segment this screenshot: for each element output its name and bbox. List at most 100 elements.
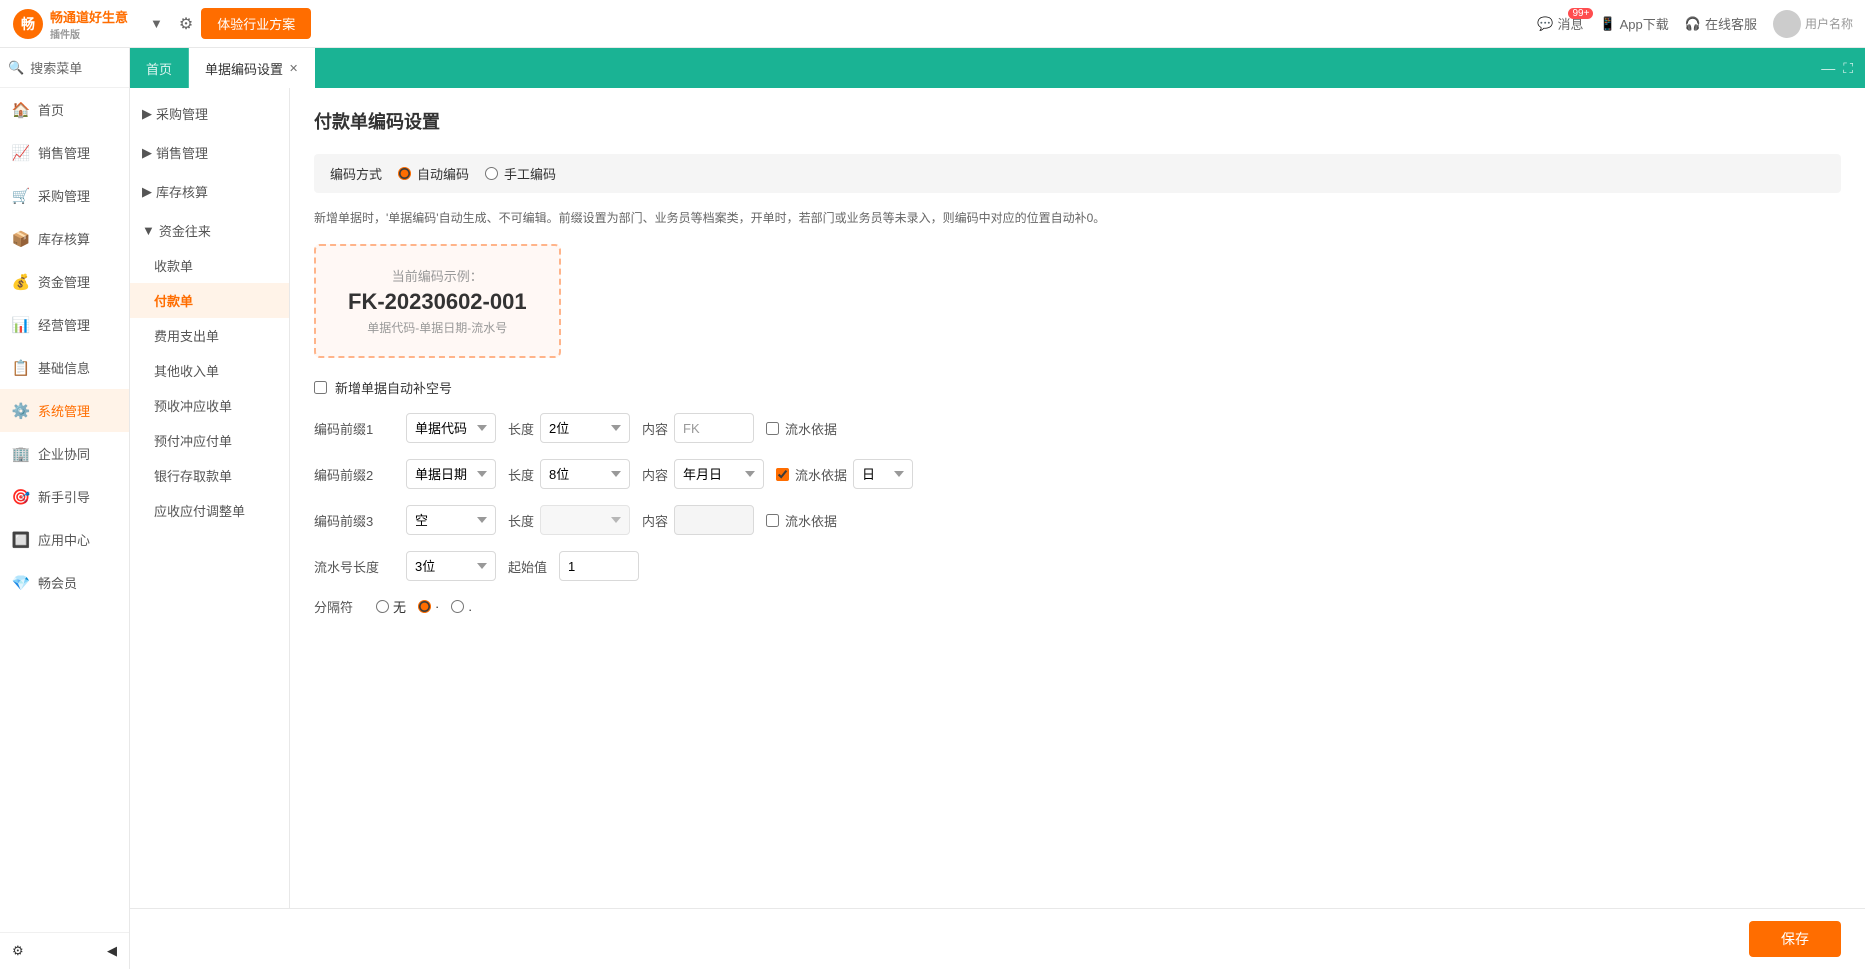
stream2-select[interactable]: 日 月 年 [853,459,913,489]
length1-group: 长度 2位 3位 4位 [508,413,630,443]
sep-dash-radio[interactable] [418,600,431,613]
settings-icon[interactable]: ⚙ [179,14,193,34]
sep-none-radio[interactable] [376,600,389,613]
sep-dash-option[interactable]: · [418,599,439,614]
auto-encode-text: 自动编码 [417,164,469,183]
sidebar-label-sales: 销售管理 [38,143,90,162]
length1-label: 长度 [508,419,534,438]
sub-item-other-income[interactable]: 其他收入单 [130,353,289,388]
app-download-button[interactable]: 📱 App下载 [1599,14,1668,33]
sidebar-item-basic[interactable]: 📋 基础信息 [0,346,129,389]
purchase-icon: 🛒 [12,187,30,205]
sub-group-capital-title[interactable]: ▼ 资金往来 [130,213,289,248]
sep-none-label: 无 [393,597,406,616]
stream1-group: 流水依据 [766,419,837,438]
info-text: 新增单据时，'单据编码'自动生成、不可编辑。前缀设置为部门、业务员等档案类，开单… [314,209,1841,228]
stream2-checkbox[interactable] [776,468,789,481]
sidebar-item-apps[interactable]: 🔲 应用中心 [0,518,129,561]
sub-group-sales: ▶ 销售管理 [130,135,289,170]
experience-button[interactable]: 体验行业方案 [201,8,311,39]
tab-close-icon[interactable]: ✕ [289,62,298,75]
sidebar-collapse-icon[interactable]: ◀ [107,943,117,959]
user-name: 用户名称 [1805,15,1853,32]
auto-encode-radio[interactable] [398,167,411,180]
content-layout: ▶ 采购管理 ▶ 销售管理 ▶ 库存核算 [130,88,1865,908]
home-icon: 🏠 [12,101,30,119]
sub-group-inventory-title[interactable]: ▶ 库存核算 [130,174,289,209]
sep-dot-radio[interactable] [451,600,464,613]
search-label: 搜索菜单 [30,58,82,77]
start-input[interactable] [559,551,639,581]
length2-select[interactable]: 8位 6位 4位 [540,459,630,489]
sidebar-item-system[interactable]: ⚙️ 系统管理 [0,389,129,432]
sub-sidebar: ▶ 采购管理 ▶ 销售管理 ▶ 库存核算 [130,88,290,908]
tabbar-minimize-icon[interactable]: — [1821,60,1835,76]
sidebar-label-member: 畅会员 [38,573,77,592]
prefix2-select[interactable]: 单据日期 部门 业务员 空 [406,459,496,489]
sidebar-item-member[interactable]: 💎 畅会员 [0,561,129,604]
auto-fill-label: 新增单据自动补空号 [335,378,452,397]
encode-method-label: 编码方式 [330,164,382,183]
sidebar-search[interactable]: 🔍 搜索菜单 [0,48,129,88]
serial-select[interactable]: 3位 4位 5位 [406,551,496,581]
sub-group-purchase-title[interactable]: ▶ 采购管理 [130,96,289,131]
tab-home[interactable]: 首页 [130,48,189,88]
operations-icon: 📊 [12,316,30,334]
sub-item-adjust[interactable]: 应收应付调整单 [130,493,289,528]
sidebar-settings-icon[interactable]: ⚙ [12,943,24,959]
sub-item-payment[interactable]: 付款单 [130,283,289,318]
content3-input[interactable] [674,505,754,535]
sidebar-label-apps: 应用中心 [38,530,90,549]
sub-item-prepay-recv[interactable]: 预收冲应收单 [130,388,289,423]
chevron-down-icon: ▼ [142,223,155,238]
sub-item-receipt[interactable]: 收款单 [130,248,289,283]
length1-select[interactable]: 2位 3位 4位 [540,413,630,443]
sidebar-item-guide[interactable]: 🎯 新手引导 [0,475,129,518]
sub-item-expense[interactable]: 费用支出单 [130,318,289,353]
sub-group-inventory-label: 库存核算 [156,182,208,201]
sep-dot-option[interactable]: . [451,599,472,614]
message-button[interactable]: 💬 消息 99+ [1537,14,1583,33]
prefix1-row: 编码前缀1 单据代码 部门 业务员 空 长度 2位 [314,413,1841,443]
svg-text:畅: 畅 [21,16,35,32]
content2-group: 内容 年月日 年月 年 [642,459,764,489]
content1-input[interactable] [674,413,754,443]
sep-none-option[interactable]: 无 [376,597,406,616]
content2-select[interactable]: 年月日 年月 年 [674,459,764,489]
length3-select[interactable] [540,505,630,535]
sub-group-capital-label: 资金往来 [159,221,211,240]
manual-encode-radio[interactable] [485,167,498,180]
service-button[interactable]: 🎧 在线客服 [1685,14,1757,33]
prefix3-select[interactable]: 空 单据代码 部门 业务员 [406,505,496,535]
enterprise-icon: 🏢 [12,445,30,463]
sidebar-item-operations[interactable]: 📊 经营管理 [0,303,129,346]
manual-encode-label[interactable]: 手工编码 [485,164,556,183]
stream1-checkbox[interactable] [766,422,779,435]
sidebar-bottom: ⚙ ◀ [0,932,129,969]
topbar: 畅 畅通道好生意 插件版 ▼ ⚙ 体验行业方案 💬 消息 99+ 📱 App下载… [0,0,1865,48]
auto-fill-row: 新增单据自动补空号 [314,378,1841,397]
sidebar-item-finance[interactable]: 💰 资金管理 [0,260,129,303]
sidebar-item-inventory[interactable]: 📦 库存核算 [0,217,129,260]
save-button[interactable]: 保存 [1749,921,1841,957]
auto-encode-label[interactable]: 自动编码 [398,164,469,183]
tabbar-expand-icon[interactable]: ⛶ [1843,60,1853,77]
user-avatar[interactable]: 用户名称 [1773,10,1853,38]
sub-item-prepay-pay[interactable]: 预付冲应付单 [130,423,289,458]
sub-group-sales-title[interactable]: ▶ 销售管理 [130,135,289,170]
sales-icon: 📈 [12,144,30,162]
logo-icon: 畅 [12,8,44,40]
message-badge: 99+ [1568,8,1593,19]
tab-code-setting[interactable]: 单据编码设置 ✕ [189,48,315,88]
auto-fill-checkbox[interactable] [314,381,327,394]
sub-item-bank-deposit[interactable]: 银行存取款单 [130,458,289,493]
preview-box: 当前编码示例： FK-20230602-001 单据代码-单据日期-流水号 [314,244,561,358]
prefix1-select[interactable]: 单据代码 部门 业务员 空 [406,413,496,443]
stream3-checkbox[interactable] [766,514,779,527]
prefix2-row: 编码前缀2 单据日期 部门 业务员 空 长度 8位 [314,459,1841,489]
sidebar-item-purchase[interactable]: 🛒 采购管理 [0,174,129,217]
sidebar-item-enterprise[interactable]: 🏢 企业协同 [0,432,129,475]
topbar-dropdown[interactable]: ▼ [142,12,171,35]
sidebar-item-sales[interactable]: 📈 销售管理 [0,131,129,174]
sidebar-item-home[interactable]: 🏠 首页 [0,88,129,131]
